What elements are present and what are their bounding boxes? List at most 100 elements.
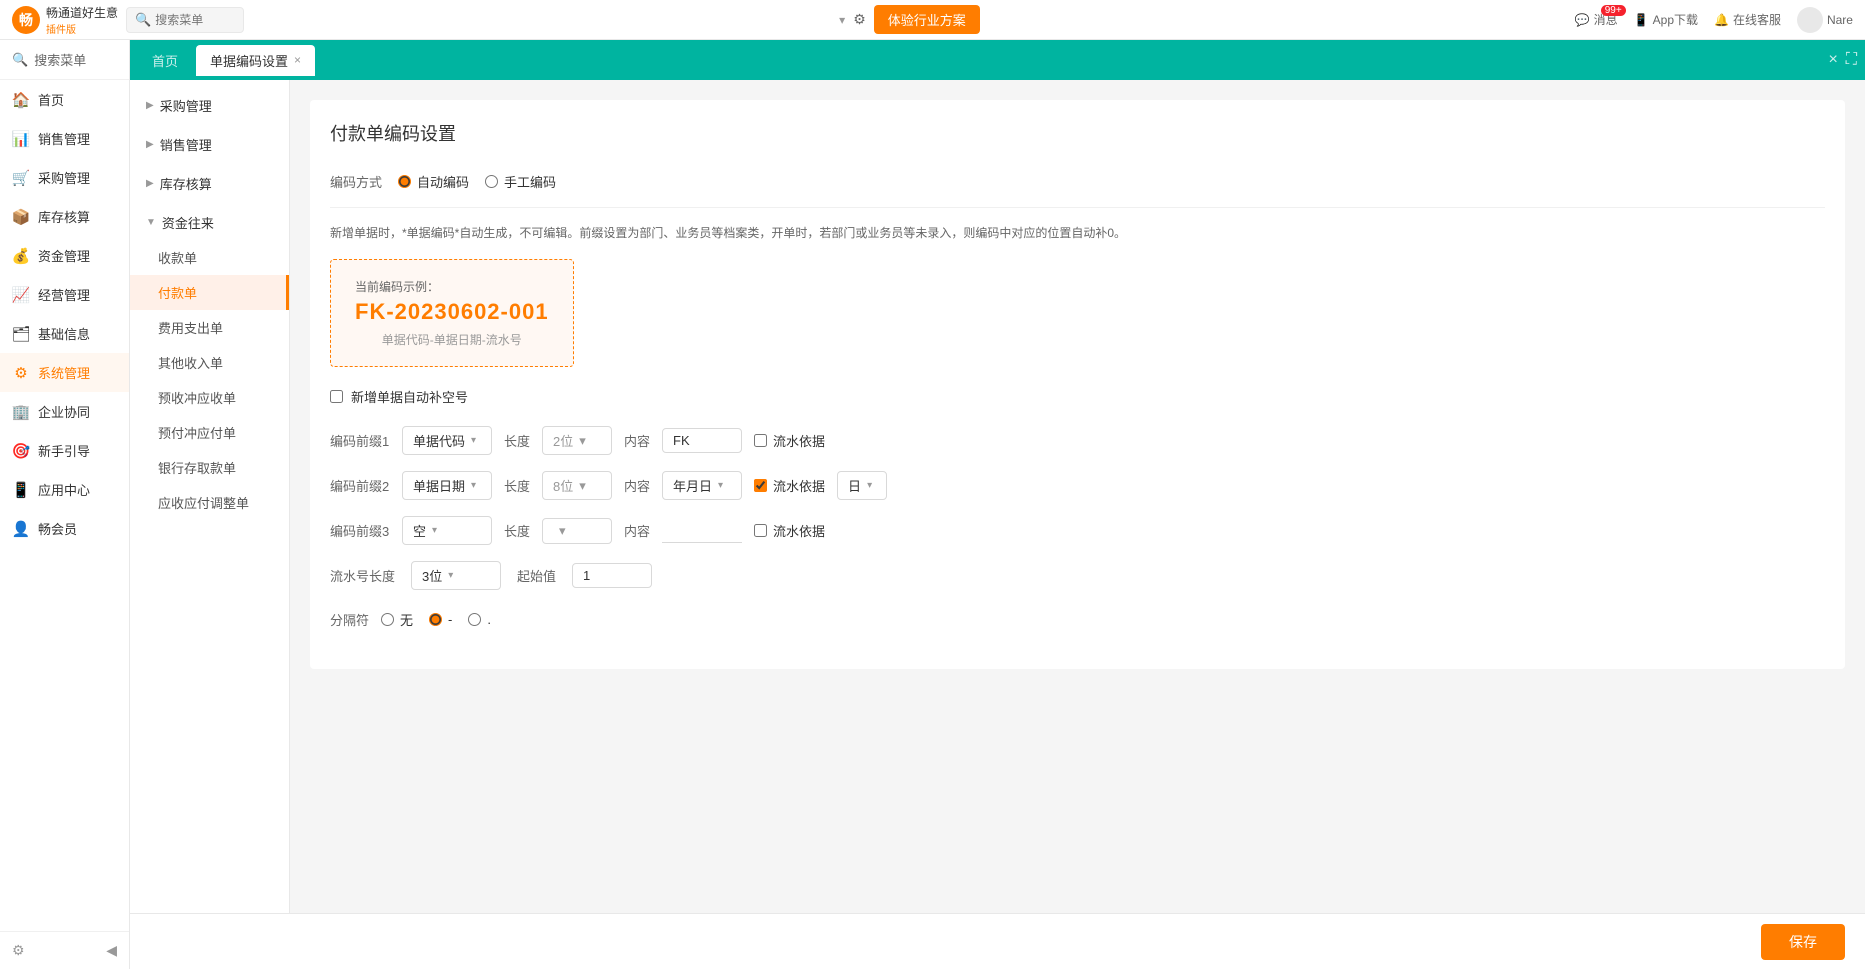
sub-sidebar-item-payment[interactable]: 付款单: [130, 275, 289, 310]
sub-sidebar-inventory-header[interactable]: ▶ 库存核算: [130, 166, 289, 201]
sidebar-item-home[interactable]: 🏠 首页: [0, 80, 129, 119]
sidebar-item-company[interactable]: 🏢 企业协同: [0, 392, 129, 431]
serial-length-select[interactable]: 3位 ▾: [411, 561, 501, 590]
sub-sidebar-item-other-income[interactable]: 其他收入单: [130, 345, 289, 380]
length3-select[interactable]: ▾: [542, 518, 612, 544]
sidebar-item-finance[interactable]: 💰 资金管理: [0, 236, 129, 275]
stream2-checkbox[interactable]: [754, 479, 767, 492]
auto-fill-checkbox[interactable]: [330, 390, 343, 403]
user-avatar[interactable]: Nare: [1797, 7, 1853, 33]
sub-sidebar-purchase-header[interactable]: ▶ 采购管理: [130, 88, 289, 123]
logo: 畅 畅通道好生意 插件版: [12, 4, 118, 36]
chevron-down-icon: ▾: [559, 523, 566, 539]
content2-value: 年月日: [673, 476, 712, 495]
content1-input[interactable]: [662, 428, 742, 453]
manual-encode-option[interactable]: 手工编码: [485, 172, 556, 191]
download-label: App下载: [1653, 11, 1698, 28]
length1-value: 2位: [553, 431, 573, 450]
sidebar-item-sales[interactable]: 📊 销售管理: [0, 119, 129, 158]
sidebar-item-guide[interactable]: 🎯 新手引导: [0, 431, 129, 470]
sidebar-item-operation[interactable]: 📈 经营管理: [0, 275, 129, 314]
search-input[interactable]: [155, 13, 235, 27]
sep-none-option[interactable]: 无: [381, 610, 413, 629]
gear-icon[interactable]: ⚙: [853, 11, 866, 28]
separator-options: 无 - .: [381, 610, 491, 629]
auto-encode-option[interactable]: 自动编码: [398, 172, 469, 191]
auto-fill-row: 新增单据自动补空号: [330, 387, 1825, 406]
sidebar-sales-label: 销售管理: [38, 129, 90, 148]
sidebar-item-inventory[interactable]: 📦 库存核算: [0, 197, 129, 236]
sep-dash-label: -: [448, 612, 452, 627]
save-button[interactable]: 保存: [1761, 924, 1845, 960]
sep-dash-radio[interactable]: [429, 613, 442, 626]
manual-encode-radio[interactable]: [485, 175, 498, 188]
download-button[interactable]: 📱 App下载: [1634, 11, 1698, 28]
sub-sidebar-finance-header[interactable]: ▼ 资金往来: [130, 205, 289, 240]
stream1-checkbox[interactable]: [754, 434, 767, 447]
sidebar-item-purchase[interactable]: 🛒 采购管理: [0, 158, 129, 197]
info-text: 新增单据时，*单据编码*自动生成，不可编辑。前缀设置为部门、业务员等档案类，开单…: [330, 224, 1825, 243]
sub-sidebar-item-advance-pay[interactable]: 预付冲应付单: [130, 415, 289, 450]
prefix3-label: 编码前缀3: [330, 521, 390, 540]
chevron-down-icon: ▾: [432, 525, 437, 536]
sep-dot-radio[interactable]: [468, 613, 481, 626]
tab-serial-label: 单据编码设置: [210, 51, 288, 70]
collapse-icon[interactable]: ◀: [106, 942, 117, 959]
close-window-icon[interactable]: ×: [1828, 51, 1837, 69]
sep-none-radio[interactable]: [381, 613, 394, 626]
serial-length-row: 流水号长度 3位 ▾ 起始值: [330, 561, 1825, 590]
sep-dot-option[interactable]: .: [468, 612, 491, 627]
tab-home[interactable]: 首页: [138, 45, 192, 76]
separator-row: 分隔符 无 - .: [330, 610, 1825, 629]
sidebar-company-label: 企业协同: [38, 402, 90, 421]
sub-sidebar-item-expense[interactable]: 费用支出单: [130, 310, 289, 345]
bottom-bar: 保存: [130, 913, 1865, 969]
operation-icon: 📈: [12, 286, 30, 304]
start-value-label: 起始值: [517, 566, 556, 585]
chevron-down-icon[interactable]: ▾: [839, 13, 845, 27]
app-icon: 📱: [12, 481, 30, 499]
sidebar-item-app[interactable]: 📱 应用中心: [0, 470, 129, 509]
chevron-down-icon: ▾: [471, 480, 476, 491]
message-icon: 💬: [1575, 13, 1590, 27]
content2-select[interactable]: 年月日 ▾: [662, 471, 742, 500]
auto-encode-radio[interactable]: [398, 175, 411, 188]
username: Nare: [1827, 13, 1853, 27]
sub-sidebar-item-bank-deposit[interactable]: 银行存取款单: [130, 450, 289, 485]
stream2-period-select[interactable]: 日 ▾: [837, 471, 887, 500]
service-icon: 🔔: [1714, 13, 1729, 27]
prefix1-value: 单据代码: [413, 431, 465, 450]
start-value-input[interactable]: [572, 563, 652, 588]
system-icon: ⚙: [12, 364, 30, 382]
logo-icon: 畅: [12, 6, 40, 34]
stream2-period-value: 日: [848, 476, 861, 495]
sub-sidebar-sales-header[interactable]: ▶ 销售管理: [130, 127, 289, 162]
tab-serial-settings[interactable]: 单据编码设置 ×: [196, 45, 315, 76]
message-button[interactable]: 💬 消息 99+: [1575, 11, 1618, 28]
sidebar-item-system[interactable]: ⚙ 系统管理: [0, 353, 129, 392]
content3-input[interactable]: [662, 519, 742, 543]
sidebar-item-basic[interactable]: 🗂 基础信息: [0, 314, 129, 353]
topbar-left: 畅 畅通道好生意 插件版 🔍: [12, 4, 244, 36]
stream3-checkbox[interactable]: [754, 524, 767, 537]
fullscreen-icon[interactable]: ⛶: [1846, 51, 1857, 69]
settings-icon[interactable]: ⚙: [12, 942, 25, 959]
trial-button[interactable]: 体验行业方案: [874, 5, 980, 34]
length2-select[interactable]: 8位 ▾: [542, 471, 612, 500]
topbar-search[interactable]: 🔍: [126, 7, 244, 33]
service-button[interactable]: 🔔 在线客服: [1714, 11, 1781, 28]
sub-sidebar-item-receipt[interactable]: 收款单: [130, 240, 289, 275]
sep-dash-option[interactable]: -: [429, 612, 452, 627]
sub-sidebar-item-ar-ap-adjust[interactable]: 应收应付调整单: [130, 485, 289, 520]
stream2-label: 流水依据: [773, 476, 825, 495]
sidebar-item-member[interactable]: 👤 畅会员: [0, 509, 129, 548]
arrow-right-icon: ▶: [146, 139, 154, 150]
prefix1-select[interactable]: 单据代码 ▾: [402, 426, 492, 455]
prefix2-select[interactable]: 单据日期 ▾: [402, 471, 492, 500]
length1-select[interactable]: 2位 ▾: [542, 426, 612, 455]
prefix3-select[interactable]: 空 ▾: [402, 516, 492, 545]
tab-close-icon[interactable]: ×: [294, 53, 301, 67]
prefix-row-2: 编码前缀2 单据日期 ▾ 长度 8位 ▾ 内容 年月日: [330, 471, 1825, 500]
sidebar-search[interactable]: 🔍 搜索菜单: [0, 40, 129, 80]
sub-sidebar-item-advance-collect[interactable]: 预收冲应收单: [130, 380, 289, 415]
